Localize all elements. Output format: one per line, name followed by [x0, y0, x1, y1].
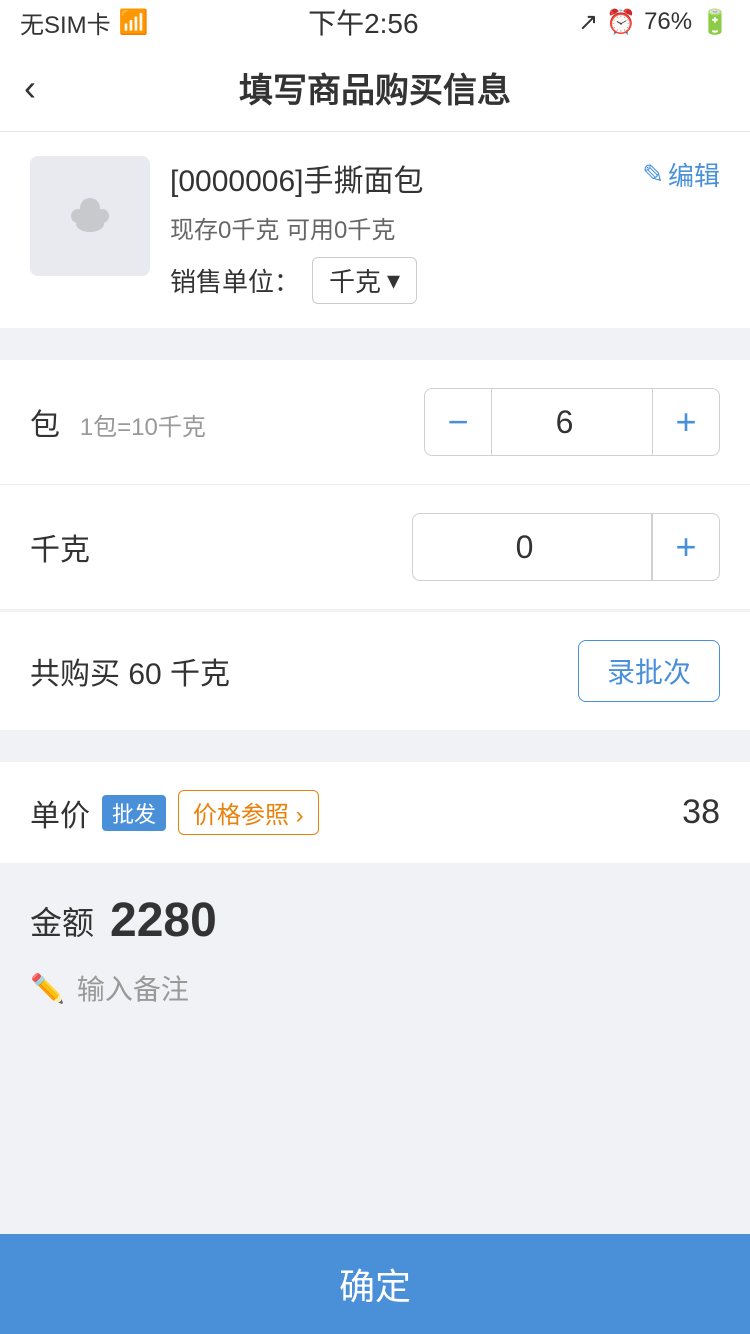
- kilogram-plus-button[interactable]: +: [652, 513, 720, 581]
- status-right: ↗ ⏰ 76% 🔋: [578, 8, 730, 37]
- unit-selector[interactable]: 千克 ▾: [312, 257, 417, 304]
- price-tag: 批发: [102, 795, 166, 831]
- product-edit-area: ✎ 编辑: [642, 156, 720, 193]
- amount-row: 金额 2280: [30, 893, 720, 948]
- confirm-label: 确定: [339, 1258, 411, 1310]
- price-label-group: 单价 批发 价格参照 ›: [30, 790, 319, 835]
- price-label: 单价: [30, 791, 90, 835]
- unit-label: 销售单位：: [170, 262, 300, 299]
- price-row: 单价 批发 价格参照 › 38: [30, 790, 720, 835]
- nav-bar: ‹ 填写商品购买信息: [0, 44, 750, 132]
- package-plus-button[interactable]: +: [652, 388, 720, 456]
- confirm-button[interactable]: 确定: [0, 1234, 750, 1334]
- batch-button[interactable]: 录批次: [578, 640, 720, 702]
- product-unit-row: 销售单位： 千克 ▾: [170, 257, 622, 304]
- package-quantity-control: − +: [424, 388, 720, 456]
- unit-chevron-icon: ▾: [387, 265, 400, 296]
- remark-icon: ✏️: [30, 972, 65, 1005]
- package-quantity-input[interactable]: [492, 388, 652, 456]
- alarm-icon: ⏰: [606, 8, 636, 37]
- package-minus-button[interactable]: −: [424, 388, 492, 456]
- product-info: [0000006]手撕面包 现存0千克 可用0千克 销售单位： 千克 ▾: [170, 156, 622, 304]
- remark-row[interactable]: ✏️ 输入备注: [30, 968, 720, 1028]
- battery-icon: 🔋: [700, 8, 730, 37]
- package-hint: 1包=10千克: [80, 414, 206, 441]
- kilogram-label: 千克: [30, 534, 90, 567]
- kilogram-row: 千克 +: [0, 485, 750, 610]
- wifi-icon: 📶: [119, 8, 149, 37]
- amount-section: 金额 2280 ✏️ 输入备注: [0, 865, 750, 1028]
- carrier-label: 无SIM卡: [20, 5, 111, 40]
- package-row: 包 1包=10千克 − +: [0, 360, 750, 485]
- divider-1: [0, 344, 750, 360]
- location-icon: ↗: [578, 8, 598, 37]
- kilogram-quantity-input[interactable]: [412, 513, 652, 581]
- edit-label: 编辑: [668, 156, 720, 193]
- package-label-group: 包 1包=10千克: [30, 400, 206, 444]
- amount-label: 金额: [30, 898, 94, 944]
- status-bar: 无SIM卡 📶 下午2:56 ↗ ⏰ 76% 🔋: [0, 0, 750, 44]
- package-label: 包: [30, 409, 60, 442]
- amount-value: 2280: [110, 893, 217, 948]
- price-value: 38: [682, 793, 720, 832]
- remark-placeholder: 输入备注: [77, 968, 189, 1008]
- price-reference-button[interactable]: 价格参照 ›: [178, 790, 319, 835]
- page-title: 填写商品购买信息: [239, 63, 511, 112]
- price-section: 单价 批发 价格参照 › 38: [0, 762, 750, 863]
- product-name: [0000006]手撕面包: [170, 156, 622, 200]
- divider-2: [0, 746, 750, 762]
- product-image: [30, 156, 150, 276]
- battery-label: 76%: [644, 8, 692, 36]
- kilogram-quantity-control: +: [412, 513, 720, 581]
- package-section: 包 1包=10千克 − + 千克 +: [0, 360, 750, 610]
- edit-button[interactable]: ✎ 编辑: [642, 156, 720, 193]
- product-stock: 现存0千克 可用0千克: [170, 210, 622, 245]
- summary-section: 共购买 60 千克 录批次: [0, 612, 750, 730]
- product-thumbnail-icon: [60, 186, 120, 246]
- unit-value: 千克: [329, 262, 381, 299]
- kilogram-label-group: 千克: [30, 525, 90, 569]
- summary-text: 共购买 60 千克: [30, 649, 230, 693]
- status-left: 无SIM卡 📶: [20, 5, 149, 40]
- edit-icon: ✎: [642, 159, 664, 190]
- back-button[interactable]: ‹: [24, 67, 36, 109]
- status-time: 下午2:56: [308, 2, 419, 42]
- product-card: [0000006]手撕面包 现存0千克 可用0千克 销售单位： 千克 ▾ ✎ 编…: [0, 132, 750, 328]
- bottom-spacer: [0, 1028, 750, 1148]
